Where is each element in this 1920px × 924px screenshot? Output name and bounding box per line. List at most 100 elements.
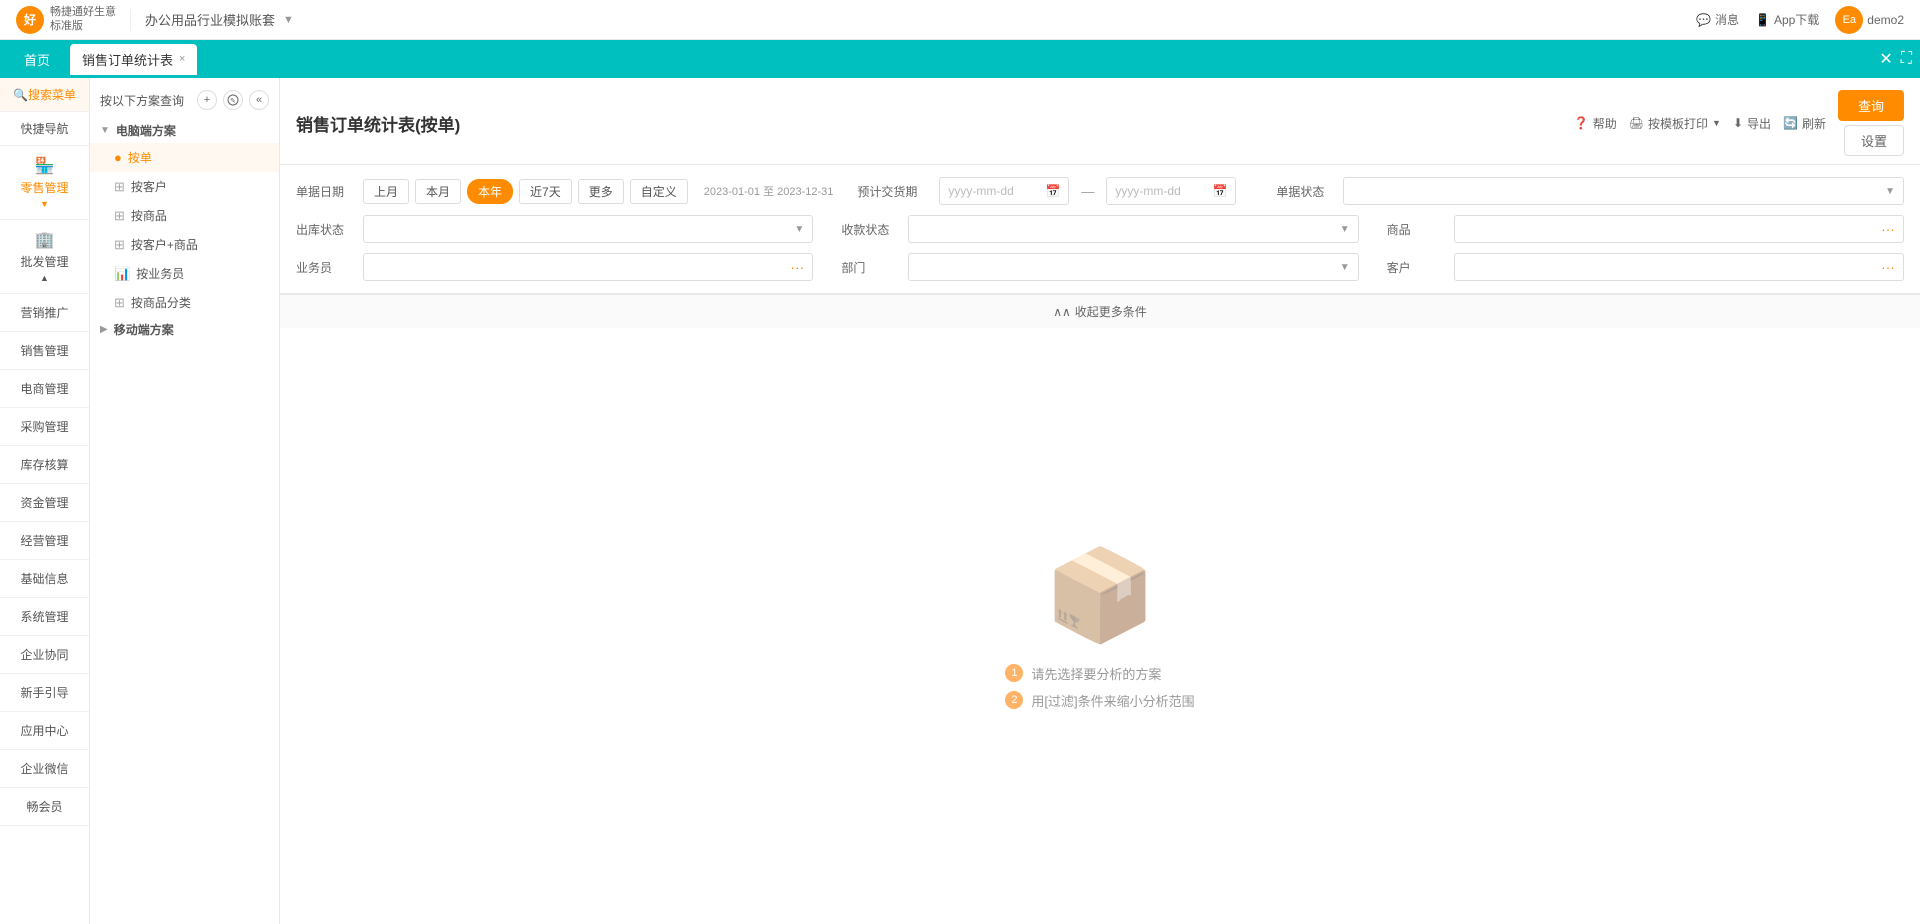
help-icon: ❓ xyxy=(1574,116,1589,130)
content-area: 按以下方案查询 + ✎ « ▼ 电脑端方案 ● 按单 xyxy=(90,78,1920,924)
refresh-icon: 🔄 xyxy=(1783,116,1798,130)
logo-area: 好 畅捷通好生意 标准版 xyxy=(16,6,116,34)
page-title: 销售订单统计表(按单) xyxy=(296,111,460,136)
sidebar-item-retail[interactable]: 🏪 零售管理 ▼ xyxy=(0,146,89,220)
help-btn[interactable]: ❓ 帮助 xyxy=(1574,115,1617,132)
sidebar-item-wholesale[interactable]: 🏢 批发管理 ▲ xyxy=(0,220,89,294)
goods-select[interactable]: ··· xyxy=(1454,215,1904,243)
ship-status-select[interactable]: ▼ xyxy=(363,215,813,243)
scheme-group-pc: ▼ 电脑端方案 ● 按单 ⊞ 按客户 ⊞ 按商品 ⊞ 按客户+商品 xyxy=(90,118,279,317)
date-range: 2023-01-01 至 2023-12-31 xyxy=(704,183,834,199)
sidebar-item-operation[interactable]: 经营管理 xyxy=(0,522,89,560)
filter-row-2: 出库状态 ▼ 收款状态 ▼ 商品 ··· xyxy=(296,215,1904,243)
retail-icon: 🏪 xyxy=(35,156,55,176)
phone-icon: 📱 xyxy=(1755,13,1770,27)
app-download-action[interactable]: 📱 App下载 xyxy=(1755,11,1819,28)
left-panel-title: 按以下方案查询 xyxy=(100,92,184,109)
salesperson-dots[interactable]: ··· xyxy=(790,259,804,275)
refresh-btn[interactable]: 🔄 刷新 xyxy=(1783,115,1826,132)
add-scheme-btn[interactable]: + xyxy=(197,90,217,110)
sidebar-item-wechat[interactable]: 企业微信 xyxy=(0,750,89,788)
this-year-btn[interactable]: 本年 xyxy=(467,179,513,204)
collapse-icon: ∧∧ xyxy=(1053,305,1071,319)
tab-close-btn[interactable]: × xyxy=(179,53,185,65)
search-menu[interactable]: 🔍 搜索菜单 xyxy=(0,78,89,112)
tab-active[interactable]: 销售订单统计表 × xyxy=(70,44,197,75)
query-btn[interactable]: 查询 xyxy=(1838,90,1904,121)
scheme-item-by-goods[interactable]: ⊞ 按商品 xyxy=(90,201,279,230)
dept-label: 部门 xyxy=(841,259,896,276)
message-action[interactable]: 💬 消息 xyxy=(1696,11,1739,28)
top-title: 办公用品行业模拟账套 xyxy=(145,10,275,29)
sidebar-item-marketing[interactable]: 营销推广 xyxy=(0,294,89,332)
doc-status-select[interactable]: ▼ xyxy=(1343,177,1904,205)
page-header: 销售订单统计表(按单) ❓ 帮助 🖨 按模板打印 ▼ ⬇ 导出 xyxy=(280,78,1920,165)
salesperson-select[interactable]: ··· xyxy=(363,253,813,281)
last7-btn[interactable]: 近7天 xyxy=(519,179,572,204)
empty-illustration: 📦 xyxy=(1044,543,1156,648)
export-icon: ⬇ xyxy=(1733,116,1743,130)
expected-date-label: 预计交货期 xyxy=(857,183,927,200)
sidebar-item-member[interactable]: 畅会员 xyxy=(0,788,89,826)
expected-date-end[interactable]: yyyy-mm-dd 📅 xyxy=(1106,177,1236,205)
custom-date-btn[interactable]: 自定义 xyxy=(630,179,688,204)
sidebar-item-stock[interactable]: 库存核算 xyxy=(0,446,89,484)
sidebar-item-basic[interactable]: 基础信息 xyxy=(0,560,89,598)
scheme-item-by-order[interactable]: ● 按单 xyxy=(90,143,279,172)
last-month-btn[interactable]: 上月 xyxy=(363,179,409,204)
tab-fullscreen-btn[interactable]: ⛶ xyxy=(1901,50,1912,68)
customer-dots[interactable]: ··· xyxy=(1881,259,1895,275)
scheme-group-mobile-header[interactable]: ▶ 移动端方案 xyxy=(90,317,279,342)
sidebar-item-appstore[interactable]: 应用中心 xyxy=(0,712,89,750)
this-month-btn[interactable]: 本月 xyxy=(415,179,461,204)
export-btn[interactable]: ⬇ 导出 xyxy=(1733,115,1771,132)
sidebar-item-system[interactable]: 系统管理 xyxy=(0,598,89,636)
date-label: 单据日期 xyxy=(296,183,351,200)
scheme-item-by-customer[interactable]: ⊞ 按客户 xyxy=(90,172,279,201)
quick-nav[interactable]: 快捷导航 xyxy=(0,112,89,146)
sidebar-item-enterprise[interactable]: 企业协同 xyxy=(0,636,89,674)
calendar-icon: 📅 xyxy=(1045,184,1060,198)
collapse-panel-btn[interactable]: « xyxy=(249,90,269,110)
date-options: 上月 本月 本年 近7天 更多 自定义 xyxy=(363,179,688,204)
dept-select[interactable]: ▼ xyxy=(908,253,1358,281)
tab-close-window-btn[interactable]: ✕ xyxy=(1879,49,1892,69)
scheme-item-by-cust-goods[interactable]: ⊞ 按客户+商品 xyxy=(90,230,279,259)
scheme-item-by-salesperson[interactable]: 📊 按业务员 xyxy=(90,259,279,288)
arrow-icon2: ▲ xyxy=(40,273,49,283)
print-btn[interactable]: 🖨 按模板打印 ▼ xyxy=(1629,115,1721,132)
ship-status-arrow: ▼ xyxy=(794,224,804,235)
doc-status-label: 单据状态 xyxy=(1276,183,1331,200)
by-goods-icon: ⊞ xyxy=(114,208,125,224)
settings-btn[interactable]: 设置 xyxy=(1844,125,1904,156)
tab-label: 销售订单统计表 xyxy=(82,50,173,69)
filter-area: 单据日期 上月 本月 本年 近7天 更多 自定义 2023-01-01 至 20… xyxy=(280,165,1920,294)
user-area[interactable]: Ea demo2 xyxy=(1835,6,1904,34)
collapse-row[interactable]: ∧∧ 收起更多条件 xyxy=(280,294,1920,328)
by-salesperson-icon: 📊 xyxy=(114,266,130,282)
sidebar-item-ecommerce[interactable]: 电商管理 xyxy=(0,370,89,408)
goods-dots[interactable]: ··· xyxy=(1881,221,1895,237)
scheme-group-pc-header[interactable]: ▼ 电脑端方案 xyxy=(90,118,279,143)
sidebar-item-sales[interactable]: 销售管理 xyxy=(0,332,89,370)
expected-date-start[interactable]: yyyy-mm-dd 📅 xyxy=(939,177,1069,205)
edit-scheme-btn[interactable]: ✎ xyxy=(223,90,243,110)
sidebar-item-purchase[interactable]: 采购管理 xyxy=(0,408,89,446)
arrow-icon: ▼ xyxy=(40,199,49,209)
left-panel: 按以下方案查询 + ✎ « ▼ 电脑端方案 ● 按单 xyxy=(90,78,280,924)
avatar: Ea xyxy=(1835,6,1863,34)
tab-home[interactable]: 首页 xyxy=(8,44,66,75)
customer-select[interactable]: ··· xyxy=(1454,253,1904,281)
scheme-item-by-category[interactable]: ⊞ 按商品分类 xyxy=(90,288,279,317)
sidebar-item-newbie[interactable]: 新手引导 xyxy=(0,674,89,712)
more-date-btn[interactable]: 更多 xyxy=(578,179,624,204)
payment-status-select[interactable]: ▼ xyxy=(908,215,1358,243)
scheme-group-pc-title: 电脑端方案 xyxy=(116,122,176,139)
date-sep: — xyxy=(1081,184,1094,199)
scheme-group-mobile-title: 移动端方案 xyxy=(114,321,174,338)
by-category-icon: ⊞ xyxy=(114,295,125,311)
sidebar-item-finance[interactable]: 资金管理 xyxy=(0,484,89,522)
top-title-arrow[interactable]: ▼ xyxy=(283,14,294,26)
calendar-icon2: 📅 xyxy=(1212,184,1227,198)
payment-status-arrow: ▼ xyxy=(1340,224,1350,235)
